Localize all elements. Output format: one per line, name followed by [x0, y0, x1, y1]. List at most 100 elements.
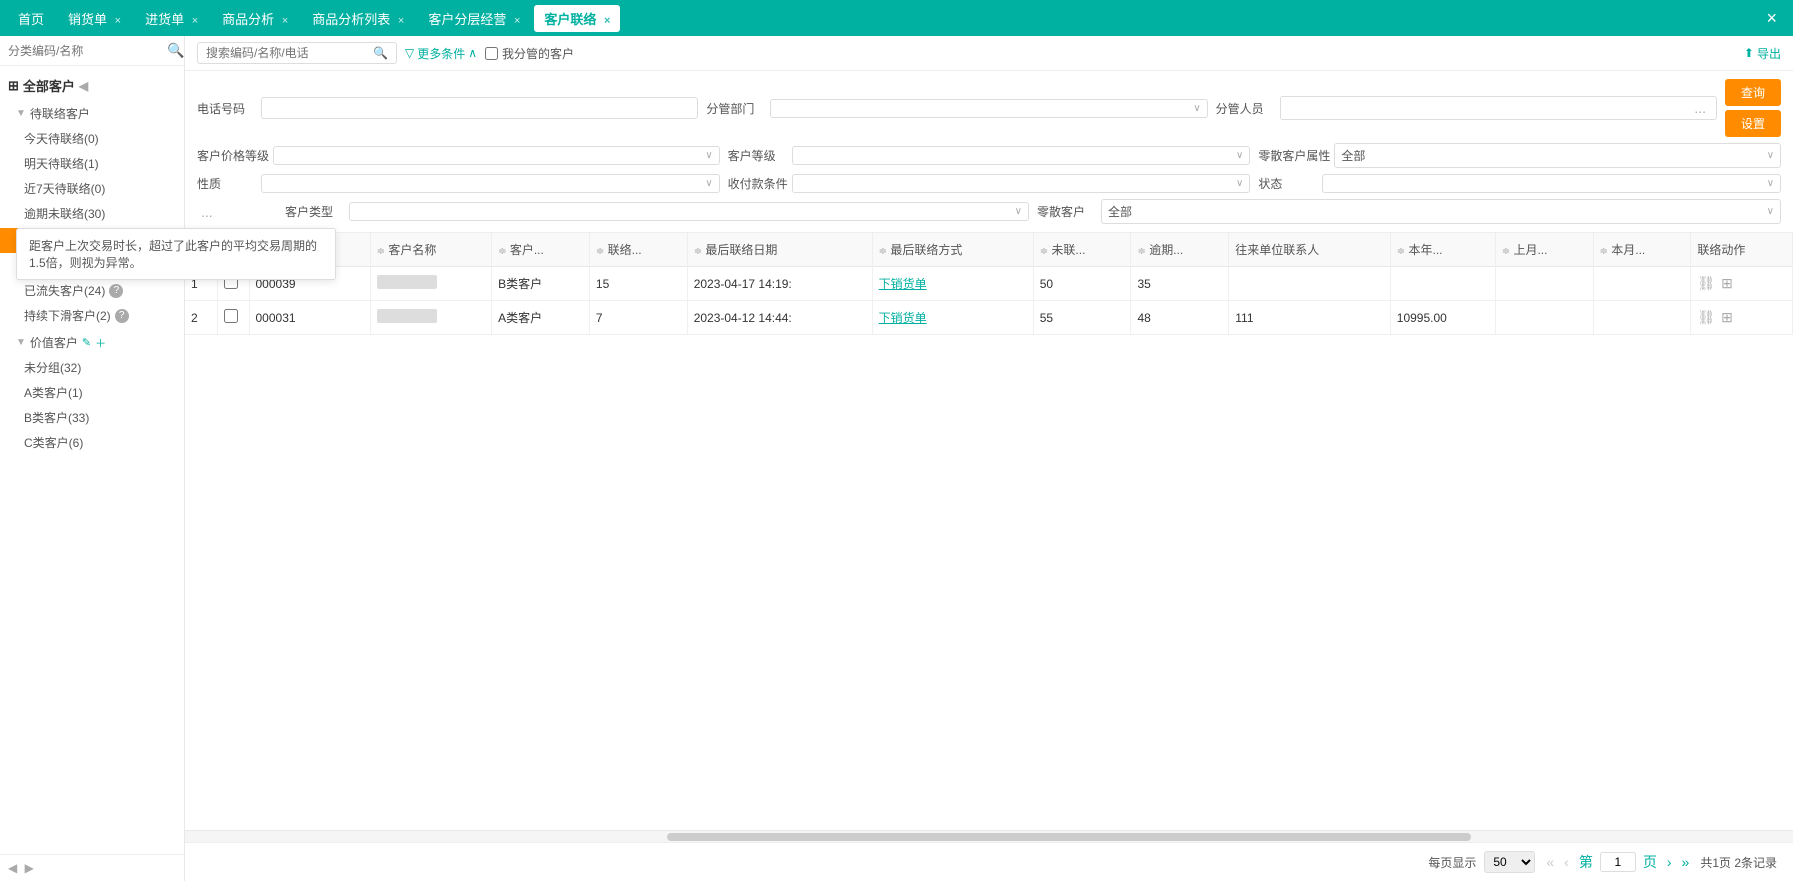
export-button[interactable]: ⬆ 导出 [1744, 45, 1781, 62]
overdue-col-header[interactable]: ≑ 逾期... [1131, 233, 1229, 267]
action-buttons: 查询 设置 [1725, 79, 1781, 137]
row1-link-icon[interactable]: ⛓ [1697, 275, 1715, 292]
payment-select[interactable]: ∨ [792, 174, 1251, 193]
close-contact-icon[interactable]: × [604, 15, 610, 27]
sidebar-item-lost[interactable]: 已流失客户(24) ? [0, 278, 184, 303]
person-select[interactable]: ... [1280, 96, 1717, 120]
horizontal-scrollbar[interactable] [185, 830, 1793, 842]
contact-count-col-header[interactable]: ≑ 联络... [589, 233, 687, 267]
my-customers-checkbox[interactable] [485, 47, 498, 60]
sidebar-item-c-class[interactable]: C类客户(6) [0, 430, 184, 455]
grid-icon: ⊞ [8, 78, 19, 94]
sidebar-search-area: 🔍 [0, 36, 184, 66]
close-segment-icon[interactable]: × [514, 15, 520, 27]
nav-customer-contact[interactable]: 客户联络 × [534, 5, 620, 32]
retail-attr-select[interactable]: 全部 ∨ [1334, 143, 1781, 168]
query-button[interactable]: 查询 [1725, 79, 1781, 106]
search-input[interactable] [206, 46, 369, 60]
value-customer-header[interactable]: ▼ 价值客户 ✎ ＋ [0, 330, 184, 355]
row1-last-contact-method[interactable]: 下销货单 [872, 267, 1033, 301]
sidebar-item-7days[interactable]: 近7天待联络(0) [0, 176, 184, 201]
customer-type-label: 客户类型 [285, 203, 345, 220]
nav-home[interactable]: 首页 [8, 5, 54, 32]
nav-purchase[interactable]: 进货单 × [135, 5, 208, 32]
phone-input[interactable] [261, 97, 698, 119]
customer-type-select[interactable]: ∨ [349, 202, 1029, 221]
sidebar-item-today[interactable]: 今天待联络(0) [0, 126, 184, 151]
row2-link-icon[interactable]: ⛓ [1697, 309, 1715, 326]
dept-label: 分管部门 [706, 100, 766, 117]
gender-filter: 性质 ∨ [197, 174, 720, 193]
sidebar-item-overdue[interactable]: 逾期未联络(30) [0, 201, 184, 226]
gender-select[interactable]: ∨ [261, 174, 720, 193]
window-close-button[interactable]: × [1758, 8, 1785, 29]
scrollbar-thumb[interactable] [667, 833, 1471, 841]
all-customers-header[interactable]: ⊞ 全部客户 ◀ [0, 72, 184, 99]
sidebar-search-input[interactable] [8, 44, 163, 58]
more-conditions-btn[interactable]: ▽ 更多条件 ∧ [405, 45, 477, 62]
row2-checkbox [217, 301, 249, 335]
dept-select[interactable]: ∨ [770, 99, 1207, 118]
collapse-all-icon[interactable]: ◀ [79, 79, 88, 93]
person-dots-icon[interactable]: ... [1690, 100, 1710, 116]
customer-type-filter: 客户类型 ∨ [285, 202, 1029, 221]
last-month-col-header[interactable]: ≑ 上月... [1495, 233, 1593, 267]
first-page-btn[interactable]: « [1543, 853, 1557, 871]
row1-grid-icon[interactable]: ⊞ [1721, 275, 1733, 292]
more-filters-dots[interactable]: ... [197, 204, 217, 220]
close-analysis-list-icon[interactable]: × [398, 15, 404, 27]
filter-area: 电话号码 分管部门 ∨ 分管人员 ... [185, 71, 1793, 233]
nav-sales[interactable]: 销货单 × [58, 5, 131, 32]
next-page-btn[interactable]: › [1664, 853, 1675, 871]
close-purchase-icon[interactable]: × [192, 15, 198, 27]
last-contact-method-col-header[interactable]: ≑ 最后联络方式 [872, 233, 1033, 267]
level-col-header[interactable]: ≑ 客户... [492, 233, 590, 267]
row2-grid-icon[interactable]: ⊞ [1721, 309, 1733, 326]
this-month-col-header[interactable]: ≑ 本月... [1593, 233, 1691, 267]
sidebar-item-ungroup[interactable]: 未分组(32) [0, 355, 184, 380]
help-badge-3: ? [109, 284, 123, 298]
sidebar-nav-left[interactable]: ◀ [8, 861, 17, 875]
last-contact-date-col-header[interactable]: ≑ 最后联络日期 [687, 233, 872, 267]
sort-icon-5: ≑ [694, 246, 702, 257]
nav-analysis-list[interactable]: 商品分析列表 × [302, 5, 414, 32]
pending-contact-header[interactable]: ▼ 待联络客户 [0, 101, 184, 126]
uncontacted-col-header[interactable]: ≑ 未联... [1033, 233, 1131, 267]
row1-name [370, 267, 492, 301]
retail-select[interactable]: 全部 ∨ [1101, 199, 1781, 224]
retail-attr-label: 零散客户属性 [1258, 147, 1330, 164]
row1-overdue: 35 [1131, 267, 1229, 301]
status-select[interactable]: ∨ [1322, 174, 1781, 193]
close-analysis-icon[interactable]: × [282, 15, 288, 27]
this-year-col-header[interactable]: ≑ 本年... [1390, 233, 1495, 267]
nav-analysis[interactable]: 商品分析 × [212, 5, 298, 32]
page-number-input[interactable] [1600, 852, 1636, 872]
sidebar-item-b-class[interactable]: B类客户(33) [0, 405, 184, 430]
page-label: 第 [1576, 851, 1596, 873]
edit-group-icon[interactable]: ✎ [82, 336, 91, 349]
row2-select-checkbox[interactable] [224, 309, 238, 323]
close-sales-icon[interactable]: × [115, 15, 121, 27]
nav-customer-segment[interactable]: 客户分层经营 × [418, 5, 530, 32]
sidebar-item-tomorrow[interactable]: 明天待联络(1) [0, 151, 184, 176]
customer-level-select[interactable]: ∨ [792, 146, 1251, 165]
status-label: 状态 [1258, 175, 1318, 192]
price-level-select[interactable]: ∨ [273, 146, 720, 165]
prev-page-btn[interactable]: ‹ [1561, 853, 1572, 871]
name-col-header[interactable]: ≑ 客户名称 [370, 233, 492, 267]
last-page-btn[interactable]: » [1679, 853, 1693, 871]
settings-button[interactable]: 设置 [1725, 110, 1781, 137]
contact-person-col-header[interactable]: 往来单位联系人 [1229, 233, 1391, 267]
sidebar-item-declining[interactable]: 持续下滑客户(2) ? [0, 303, 184, 328]
table-container: ⚙ ≑ 客户编码 ≑ 客户名称 ≑ 客户... [185, 233, 1793, 830]
row2-last-contact-method[interactable]: 下销货单 [872, 301, 1033, 335]
row2-last-contact-date: 2023-04-12 14:44: [687, 301, 872, 335]
payment-filter: 收付款条件 ∨ [728, 174, 1251, 193]
sidebar-nav-right[interactable]: ▶ [25, 861, 34, 875]
add-group-icon[interactable]: ＋ [95, 335, 106, 351]
table-header-row: ⚙ ≑ 客户编码 ≑ 客户名称 ≑ 客户... [185, 233, 1793, 267]
row1-last-contact-date: 2023-04-17 14:19: [687, 267, 872, 301]
per-page-select[interactable]: 10 20 50 100 [1484, 851, 1535, 873]
my-customers-filter[interactable]: 我分管的客户 [485, 45, 574, 62]
sidebar-item-a-class[interactable]: A类客户(1) [0, 380, 184, 405]
